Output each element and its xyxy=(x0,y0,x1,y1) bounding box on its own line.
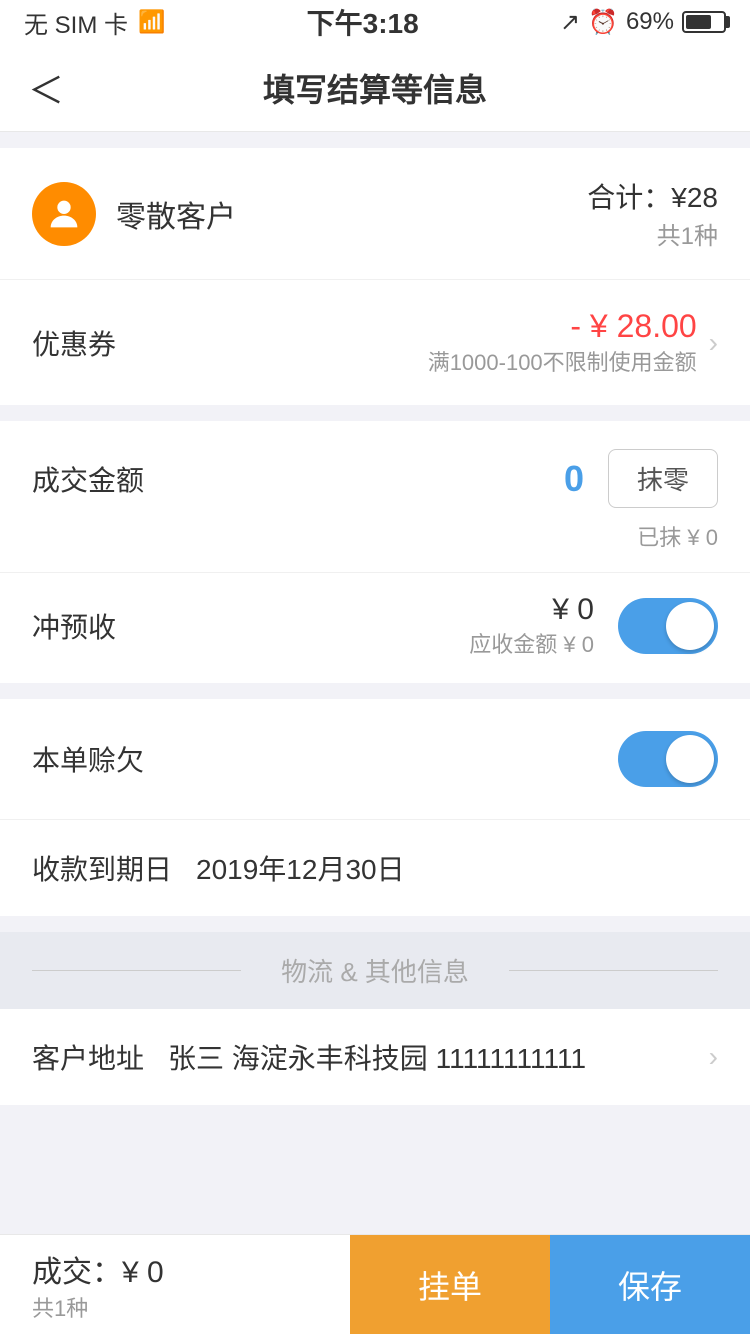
nav-bar: ＜ 填写结算等信息 xyxy=(0,44,750,132)
customer-avatar xyxy=(32,182,96,246)
chevron-right-icon: › xyxy=(709,327,718,359)
amount-sub: 已抹 ¥ 0 xyxy=(0,520,750,572)
battery-percent: 69% xyxy=(626,8,674,36)
page-title: 填写结算等信息 xyxy=(263,65,487,111)
address-value: 张三 海淀永丰科技园 11111111111 xyxy=(168,1037,709,1077)
prepay-amounts: ¥ 0 应收金额 ¥ 0 xyxy=(469,593,594,659)
coupon-right: - ¥ 28.00 满1000-100不限制使用金额 › xyxy=(428,308,718,377)
battery-icon xyxy=(682,11,726,33)
round-button[interactable]: 抹零 xyxy=(608,449,718,508)
debt-toggle[interactable] xyxy=(618,731,718,787)
coupon-discount: - ¥ 28.00 xyxy=(428,308,697,345)
person-icon xyxy=(44,194,84,234)
prepay-receivable: 应收金额 ¥ 0 xyxy=(469,627,594,659)
prepay-label: 冲预收 xyxy=(32,606,116,646)
wifi-icon: 📶 xyxy=(138,9,165,35)
back-button[interactable]: ＜ xyxy=(28,62,64,114)
customer-left: 零散客户 xyxy=(32,182,236,246)
bottom-transaction-amount: ¥ 0 xyxy=(122,1256,164,1289)
logistics-label: 物流 & 其他信息 xyxy=(0,932,750,1009)
customer-name: 零散客户 xyxy=(116,192,236,236)
amount-row: 成交金额 0 抹零 xyxy=(0,421,750,520)
bottom-count: 共1种 xyxy=(32,1291,318,1323)
debt-section: 本单赊欠 收款到期日 2019年12月30日 xyxy=(0,699,750,916)
toggle-knob xyxy=(666,602,714,650)
address-chevron-icon: › xyxy=(709,1041,718,1073)
bottom-transaction-label: 成交： xyxy=(32,1256,122,1289)
logistics-text: 物流 & 其他信息 xyxy=(281,952,469,989)
coupon-desc: 满1000-100不限制使用金额 xyxy=(428,345,697,377)
location-icon: ↗ xyxy=(560,8,580,37)
status-time: 下午3:18 xyxy=(307,2,419,42)
bottom-bar: 成交：¥ 0 共1种 挂单 保存 xyxy=(0,1234,750,1334)
address-label: 客户地址 xyxy=(32,1037,144,1077)
bottom-info: 成交：¥ 0 共1种 xyxy=(0,1235,350,1334)
customer-total: 合计：¥28 共1种 xyxy=(587,176,718,251)
total-amount: 合计：¥28 xyxy=(587,176,718,216)
status-bar: 无 SIM 卡 📶 下午3:18 ↗ ⏰ 69% xyxy=(0,0,750,44)
amount-value: 0 xyxy=(564,458,584,500)
duedate-label: 收款到期日 xyxy=(32,848,172,888)
hold-button[interactable]: 挂单 xyxy=(350,1235,550,1334)
address-row[interactable]: 客户地址 张三 海淀永丰科技园 11111111111 › xyxy=(0,1009,750,1105)
transaction-section: 成交金额 0 抹零 已抹 ¥ 0 冲预收 ¥ 0 应收金额 ¥ 0 xyxy=(0,421,750,683)
duedate-value: 2019年12月30日 xyxy=(196,848,405,888)
alarm-icon: ⏰ xyxy=(588,8,618,37)
amount-label: 成交金额 xyxy=(32,459,144,499)
coupon-label: 优惠券 xyxy=(32,323,116,363)
coupon-amount: - ¥ 28.00 满1000-100不限制使用金额 xyxy=(428,308,697,377)
status-left: 无 SIM 卡 📶 xyxy=(24,5,165,40)
save-button[interactable]: 保存 xyxy=(550,1235,750,1334)
debt-toggle-knob xyxy=(666,735,714,783)
customer-row: 零散客户 合计：¥28 共1种 xyxy=(0,148,750,279)
debt-row: 本单赊欠 xyxy=(0,699,750,819)
prepay-toggle[interactable] xyxy=(618,598,718,654)
carrier-text: 无 SIM 卡 xyxy=(24,5,128,40)
coupon-row[interactable]: 优惠券 - ¥ 28.00 满1000-100不限制使用金额 › xyxy=(0,279,750,405)
prepay-row: 冲预收 ¥ 0 应收金额 ¥ 0 xyxy=(0,572,750,683)
customer-section: 零散客户 合计：¥28 共1种 优惠券 - ¥ 28.00 满1000-100不… xyxy=(0,148,750,405)
total-count: 共1种 xyxy=(587,216,718,251)
debt-label: 本单赊欠 xyxy=(32,739,144,779)
prepay-value: ¥ 0 xyxy=(469,593,594,627)
prepay-right: ¥ 0 应收金额 ¥ 0 xyxy=(469,593,718,659)
amount-right: 0 抹零 xyxy=(564,449,718,508)
logistics-divider-section: 物流 & 其他信息 xyxy=(0,932,750,1009)
status-right: ↗ ⏰ 69% xyxy=(560,8,726,37)
bottom-transaction: 成交：¥ 0 xyxy=(32,1247,318,1291)
address-section: 客户地址 张三 海淀永丰科技园 11111111111 › xyxy=(0,1009,750,1105)
duedate-row: 收款到期日 2019年12月30日 xyxy=(0,819,750,916)
